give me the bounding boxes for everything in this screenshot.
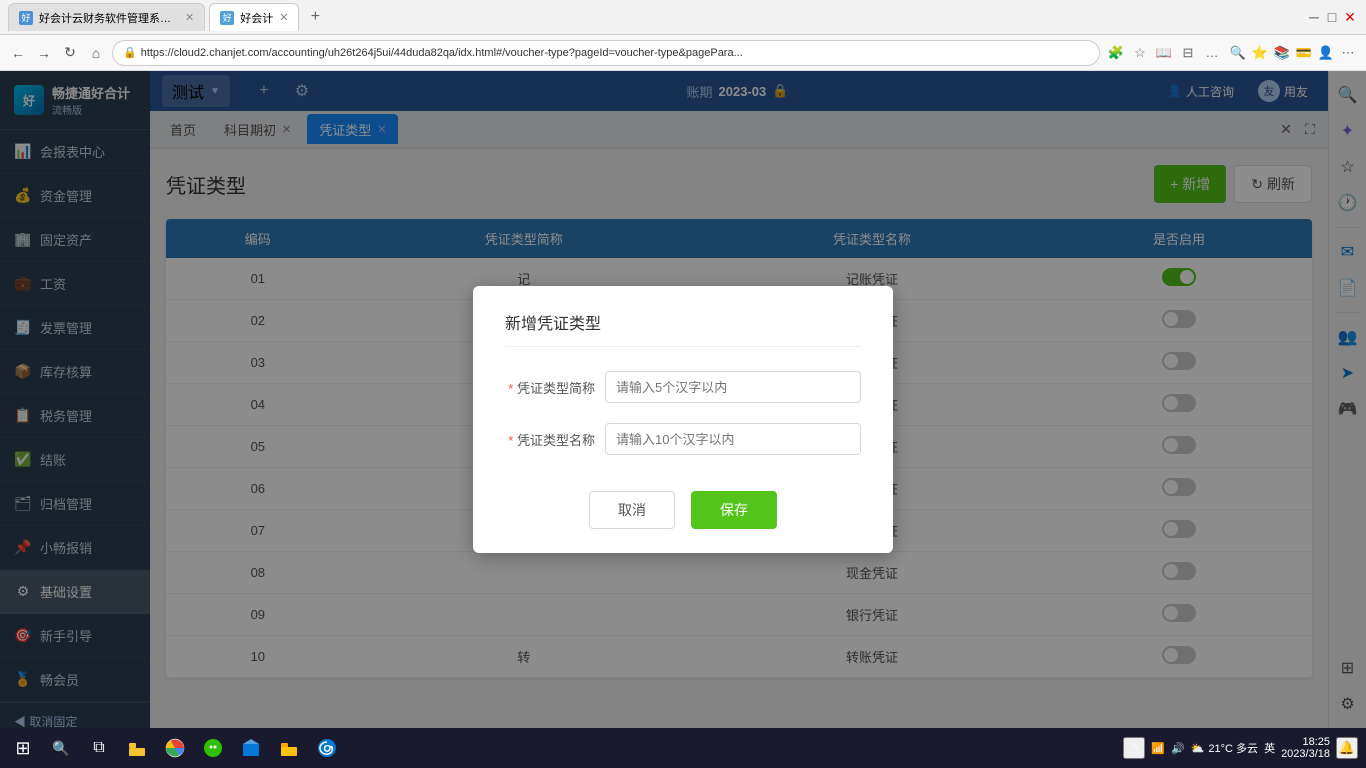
- full-name-label-text: 凭证类型名称: [517, 433, 595, 448]
- weather-icon: ⛅: [1191, 742, 1205, 755]
- extensions-icon[interactable]: 🧩: [1106, 43, 1126, 63]
- tab-bar: 好 好会计云财务软件管理系统_会计 ✕ 好 好会计 ✕ +: [8, 3, 1298, 31]
- lock-icon: 🔒: [123, 46, 137, 59]
- edge-more-icon[interactable]: ⋯: [1338, 43, 1358, 63]
- new-tab-button[interactable]: +: [303, 5, 327, 29]
- taskbar-chevron-btn[interactable]: ^: [1123, 737, 1145, 759]
- close-button[interactable]: ✕: [1342, 9, 1358, 25]
- edge-wallet-icon[interactable]: 💳: [1294, 43, 1314, 63]
- taskbar: ⊞ 🔍 ⧉ ^ 📶 🔊 ⛅ 21°C 多云 英 18:25 2023/3/18 …: [0, 728, 1366, 768]
- modal-title: 新增凭证类型: [505, 310, 861, 347]
- split-view-icon[interactable]: ⊟: [1178, 43, 1198, 63]
- tab-label-2: 好会计: [240, 10, 273, 26]
- short-name-required-star: *: [508, 381, 513, 396]
- taskbar-folder-icon[interactable]: [274, 733, 304, 763]
- short-name-input[interactable]: [605, 371, 861, 403]
- short-name-label: * 凭证类型简称: [505, 378, 605, 397]
- url-text: https://cloud2.chanjet.com/accounting/uh…: [141, 47, 1089, 59]
- weather-text: 21°C 多云: [1208, 740, 1258, 756]
- refresh-button[interactable]: ↻: [60, 43, 80, 63]
- full-name-input[interactable]: [605, 423, 861, 455]
- time-display: 18:25: [1302, 736, 1330, 748]
- taskbar-task-view[interactable]: ⧉: [84, 733, 114, 763]
- maximize-button[interactable]: □: [1324, 9, 1340, 25]
- home-button[interactable]: ⌂: [86, 43, 106, 63]
- wifi-icon: 📶: [1151, 742, 1165, 755]
- back-button[interactable]: ←: [8, 43, 28, 63]
- edge-profile-icon[interactable]: 👤: [1316, 43, 1336, 63]
- tab-favicon-2: 好: [220, 11, 234, 25]
- edge-collections-icon[interactable]: 📚: [1272, 43, 1292, 63]
- address-bar: ← → ↻ ⌂ 🔒 https://cloud2.chanjet.com/acc…: [0, 35, 1366, 71]
- browser-tab-1[interactable]: 好 好会计云财务软件管理系统_会计 ✕: [8, 3, 205, 31]
- address-bar-icons: 🧩 ☆ 📖 ⊟ …: [1106, 43, 1222, 63]
- tab-close-1[interactable]: ✕: [185, 11, 194, 24]
- read-mode-icon[interactable]: 📖: [1154, 43, 1174, 63]
- language-indicator: 英: [1264, 740, 1275, 756]
- cancel-button[interactable]: 取消: [589, 491, 675, 529]
- tab-close-2[interactable]: ✕: [279, 11, 288, 24]
- start-button[interactable]: ⊞: [8, 733, 38, 763]
- browser-actions-icon[interactable]: …: [1202, 43, 1222, 63]
- taskbar-store-icon[interactable]: [236, 733, 266, 763]
- new-voucher-type-modal: 新增凭证类型 * 凭证类型简称 * 凭证类型名称 取消 保存: [473, 286, 893, 553]
- volume-icon: 🔊: [1171, 742, 1185, 755]
- favorites-icon[interactable]: ☆: [1130, 43, 1150, 63]
- browser-chrome: 好 好会计云财务软件管理系统_会计 ✕ 好 好会计 ✕ + ─ □ ✕: [0, 0, 1366, 35]
- short-name-label-text: 凭证类型简称: [517, 381, 595, 396]
- taskbar-search-button[interactable]: 🔍: [46, 733, 76, 763]
- tab-favicon-1: 好: [19, 11, 33, 25]
- taskbar-edge-icon[interactable]: [312, 733, 342, 763]
- url-box[interactable]: 🔒 https://cloud2.chanjet.com/accounting/…: [112, 40, 1100, 66]
- save-button[interactable]: 保存: [691, 491, 777, 529]
- short-name-row: * 凭证类型简称: [505, 371, 861, 403]
- browser-tab-2[interactable]: 好 好会计 ✕: [209, 3, 299, 31]
- full-name-row: * 凭证类型名称: [505, 423, 861, 455]
- forward-button[interactable]: →: [34, 43, 54, 63]
- minimize-button[interactable]: ─: [1306, 9, 1322, 25]
- taskbar-clock: 18:25 2023/3/18: [1281, 736, 1330, 760]
- modal-footer: 取消 保存: [505, 475, 861, 529]
- modal-overlay: 新增凭证类型 * 凭证类型简称 * 凭证类型名称 取消 保存: [0, 71, 1366, 768]
- edge-favorites-star-icon[interactable]: ⭐: [1250, 43, 1270, 63]
- notification-button[interactable]: 🔔: [1336, 737, 1358, 759]
- taskbar-file-explorer[interactable]: [122, 733, 152, 763]
- edge-search-icon[interactable]: 🔍: [1228, 43, 1248, 63]
- taskbar-chrome-icon[interactable]: [160, 733, 190, 763]
- edge-sidebar-icons: 🔍 ⭐ 📚 💳 👤 ⋯: [1228, 43, 1358, 63]
- full-name-label: * 凭证类型名称: [505, 430, 605, 449]
- taskbar-wechat-icon[interactable]: [198, 733, 228, 763]
- date-display: 2023/3/18: [1281, 748, 1330, 760]
- taskbar-tray: ^ 📶 🔊 ⛅ 21°C 多云 英 18:25 2023/3/18 🔔: [1123, 736, 1358, 760]
- full-name-required-star: *: [508, 433, 513, 448]
- weather-widget: ⛅ 21°C 多云: [1191, 740, 1258, 756]
- tab-label-1: 好会计云财务软件管理系统_会计: [39, 10, 179, 26]
